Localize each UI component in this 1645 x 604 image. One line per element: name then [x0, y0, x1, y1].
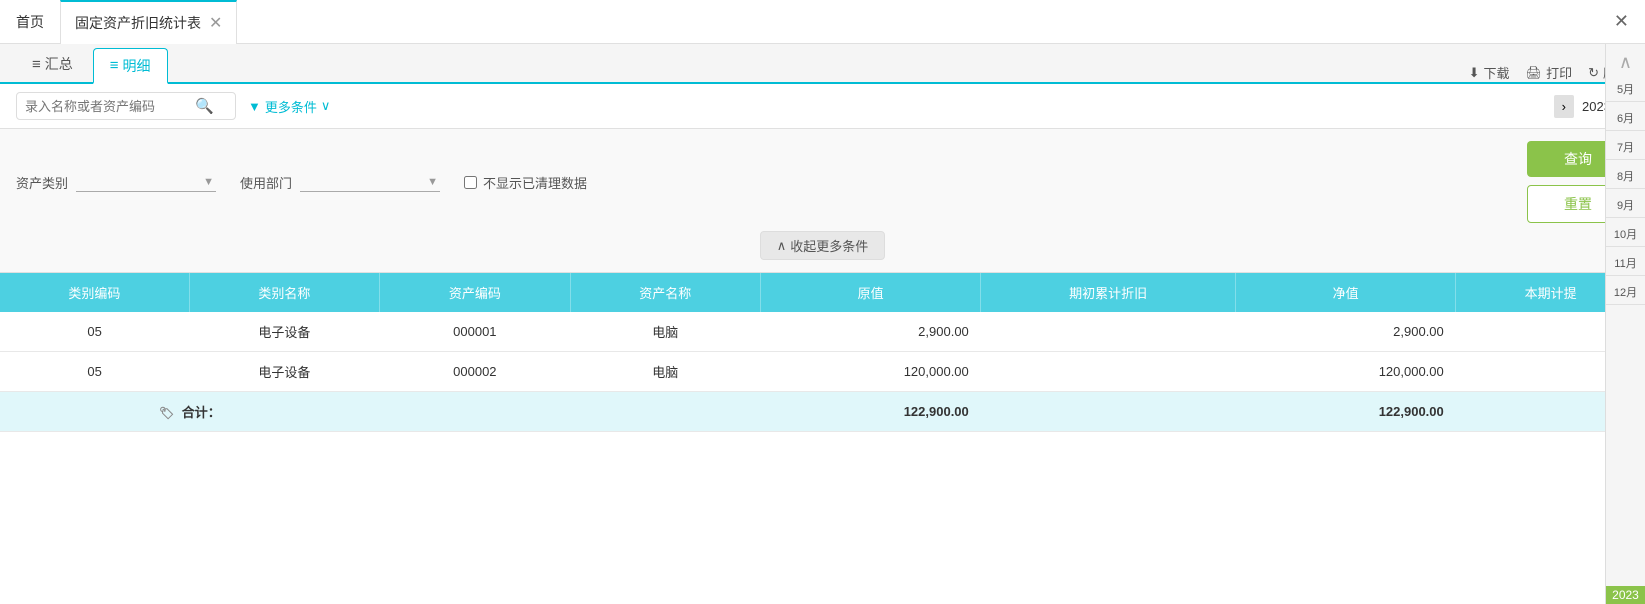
cell-asset-code-0: 000001 [380, 312, 570, 352]
sidebar-month-12[interactable]: 12月 [1606, 280, 1645, 305]
search-wrap: 🔍 [16, 92, 236, 120]
active-tab[interactable]: 固定资产折旧统计表 ✕ [60, 0, 237, 44]
cell-period-begin-accum-depr-1 [981, 352, 1236, 392]
tab-bar: ≡ 汇总 ≡ 明细 ⬇ 下载 🖨 打印 ↻ 刷新 [0, 44, 1645, 84]
cell-asset-name-1: 电脑 [570, 352, 760, 392]
home-link[interactable]: 首页 [16, 12, 44, 32]
sidebar-month-11[interactable]: 11月 [1606, 251, 1645, 276]
asset-category-label: 资产类别 [16, 173, 68, 192]
cell-category-code-1: 05 [0, 352, 189, 392]
advanced-filter: 资产类别 ▼ 使用部门 ▼ 不显示已清理数据 查询 重置 [0, 129, 1645, 273]
hide-cleared-data-item: 不显示已清理数据 [464, 173, 587, 192]
download-icon: ⬇ [1469, 65, 1480, 81]
sidebar-month-5[interactable]: 5月 [1606, 77, 1645, 102]
sidebar-month-6[interactable]: 6月 [1606, 106, 1645, 131]
more-conditions-label: 更多条件 [265, 97, 317, 116]
year-badge[interactable]: 2023 [1606, 586, 1645, 604]
cell-asset-name-0: 电脑 [570, 312, 760, 352]
summary-icon: ≡ [32, 56, 41, 73]
cell-net-value-0: 2,900.00 [1236, 312, 1456, 352]
tab-summary[interactable]: ≡ 汇总 [16, 46, 89, 82]
print-label: 打印 [1546, 63, 1572, 82]
cell-period-begin-accum-depr-0 [981, 312, 1236, 352]
active-tab-label: 固定资产折旧统计表 [75, 13, 201, 33]
collapse-label: 收起更多条件 [790, 236, 868, 255]
col-category-name: 类别名称 [189, 273, 379, 312]
asset-category-select[interactable] [76, 172, 216, 192]
expand-button[interactable]: › [1554, 95, 1574, 118]
department-select-wrap: ▼ [300, 172, 440, 192]
department-select[interactable] [300, 172, 440, 192]
window-close-icon[interactable]: ✕ [1614, 11, 1629, 32]
tab-detail[interactable]: ≡ 明细 [93, 48, 168, 84]
sidebar-month-7[interactable]: 7月 [1606, 135, 1645, 160]
collapse-bar: ∧ 收起更多条件 [16, 231, 1629, 260]
total-period-begin-accum-depr [981, 392, 1236, 432]
search-icon[interactable]: 🔍 [195, 97, 214, 115]
collapse-icon: ∧ [777, 238, 787, 254]
right-sidebar: ∧ 5月 6月 7月 8月 9月 10月 11月 12月 2023 [1605, 44, 1645, 604]
asset-category-select-wrap: ▼ [76, 172, 216, 192]
total-label-cell: 🏷 合计： [0, 392, 380, 432]
tab-summary-label: 汇总 [45, 54, 73, 74]
department-filter: 使用部门 ▼ [240, 172, 440, 192]
cell-net-value-1: 120,000.00 [1236, 352, 1456, 392]
total-asset-code [380, 392, 570, 432]
download-button[interactable]: ⬇ 下载 [1469, 63, 1510, 82]
col-original-value: 原值 [761, 273, 981, 312]
cell-original-value-1: 120,000.00 [761, 352, 981, 392]
asset-table: 类别编码 类别名称 资产编码 资产名称 原值 期初累计折旧 净值 本期计提 05… [0, 273, 1645, 432]
collapse-button[interactable]: ∧ 收起更多条件 [760, 231, 886, 260]
cell-original-value-0: 2,900.00 [761, 312, 981, 352]
total-icon: 🏷 [159, 406, 174, 420]
col-net-value: 净值 [1236, 273, 1456, 312]
total-net-value: 122,900.00 [1236, 392, 1456, 432]
department-label: 使用部门 [240, 173, 292, 192]
top-nav: 首页 固定资产折旧统计表 ✕ ✕ [0, 0, 1645, 44]
detail-icon: ≡ [110, 57, 119, 74]
sidebar-scroll-up[interactable]: ∧ [1619, 52, 1632, 73]
asset-category-filter: 资产类别 ▼ [16, 172, 216, 192]
sidebar-month-8[interactable]: 8月 [1606, 164, 1645, 189]
filter-bar: 🔍 ▼ 更多条件 ∨ › 2023.01 [0, 84, 1645, 129]
total-row: 🏷 合计： 122,900.00 122,900.00 [0, 392, 1645, 432]
col-period-begin-accum-depr: 期初累计折旧 [981, 273, 1236, 312]
cell-category-code-0: 05 [0, 312, 189, 352]
cell-asset-code-1: 000002 [380, 352, 570, 392]
total-original-value: 122,900.00 [761, 392, 981, 432]
sidebar-month-10[interactable]: 10月 [1606, 222, 1645, 247]
hide-cleared-label: 不显示已清理数据 [483, 173, 587, 192]
filter-row: 资产类别 ▼ 使用部门 ▼ 不显示已清理数据 查询 重置 [16, 141, 1629, 223]
cell-category-name-0: 电子设备 [189, 312, 379, 352]
col-category-code: 类别编码 [0, 273, 189, 312]
print-icon: 🖨 [1526, 65, 1543, 81]
table-container: 类别编码 类别名称 资产编码 资产名称 原值 期初累计折旧 净值 本期计提 05… [0, 273, 1645, 604]
table-header-row: 类别编码 类别名称 资产编码 资产名称 原值 期初累计折旧 净值 本期计提 [0, 273, 1645, 312]
filter-icon: ▼ [248, 99, 261, 114]
tab-close-icon[interactable]: ✕ [209, 13, 222, 33]
table-row: 05 电子设备 000002 电脑 120,000.00 120,000.00 [0, 352, 1645, 392]
cell-category-name-1: 电子设备 [189, 352, 379, 392]
sidebar-month-9[interactable]: 9月 [1606, 193, 1645, 218]
table-row: 05 电子设备 000001 电脑 2,900.00 2,900.00 [0, 312, 1645, 352]
total-asset-name [570, 392, 760, 432]
download-label: 下载 [1484, 63, 1510, 82]
print-button[interactable]: 🖨 打印 [1526, 63, 1573, 82]
more-conditions-arrow: ∨ [321, 98, 331, 114]
col-asset-name: 资产名称 [570, 273, 760, 312]
search-input[interactable] [25, 99, 195, 114]
hide-cleared-checkbox[interactable] [464, 176, 477, 189]
refresh-icon: ↻ [1588, 65, 1599, 81]
more-conditions-button[interactable]: ▼ 更多条件 ∨ [248, 97, 330, 116]
tab-detail-label: 明细 [123, 56, 151, 76]
total-label: 合计： [182, 405, 221, 420]
col-asset-code: 资产编码 [380, 273, 570, 312]
